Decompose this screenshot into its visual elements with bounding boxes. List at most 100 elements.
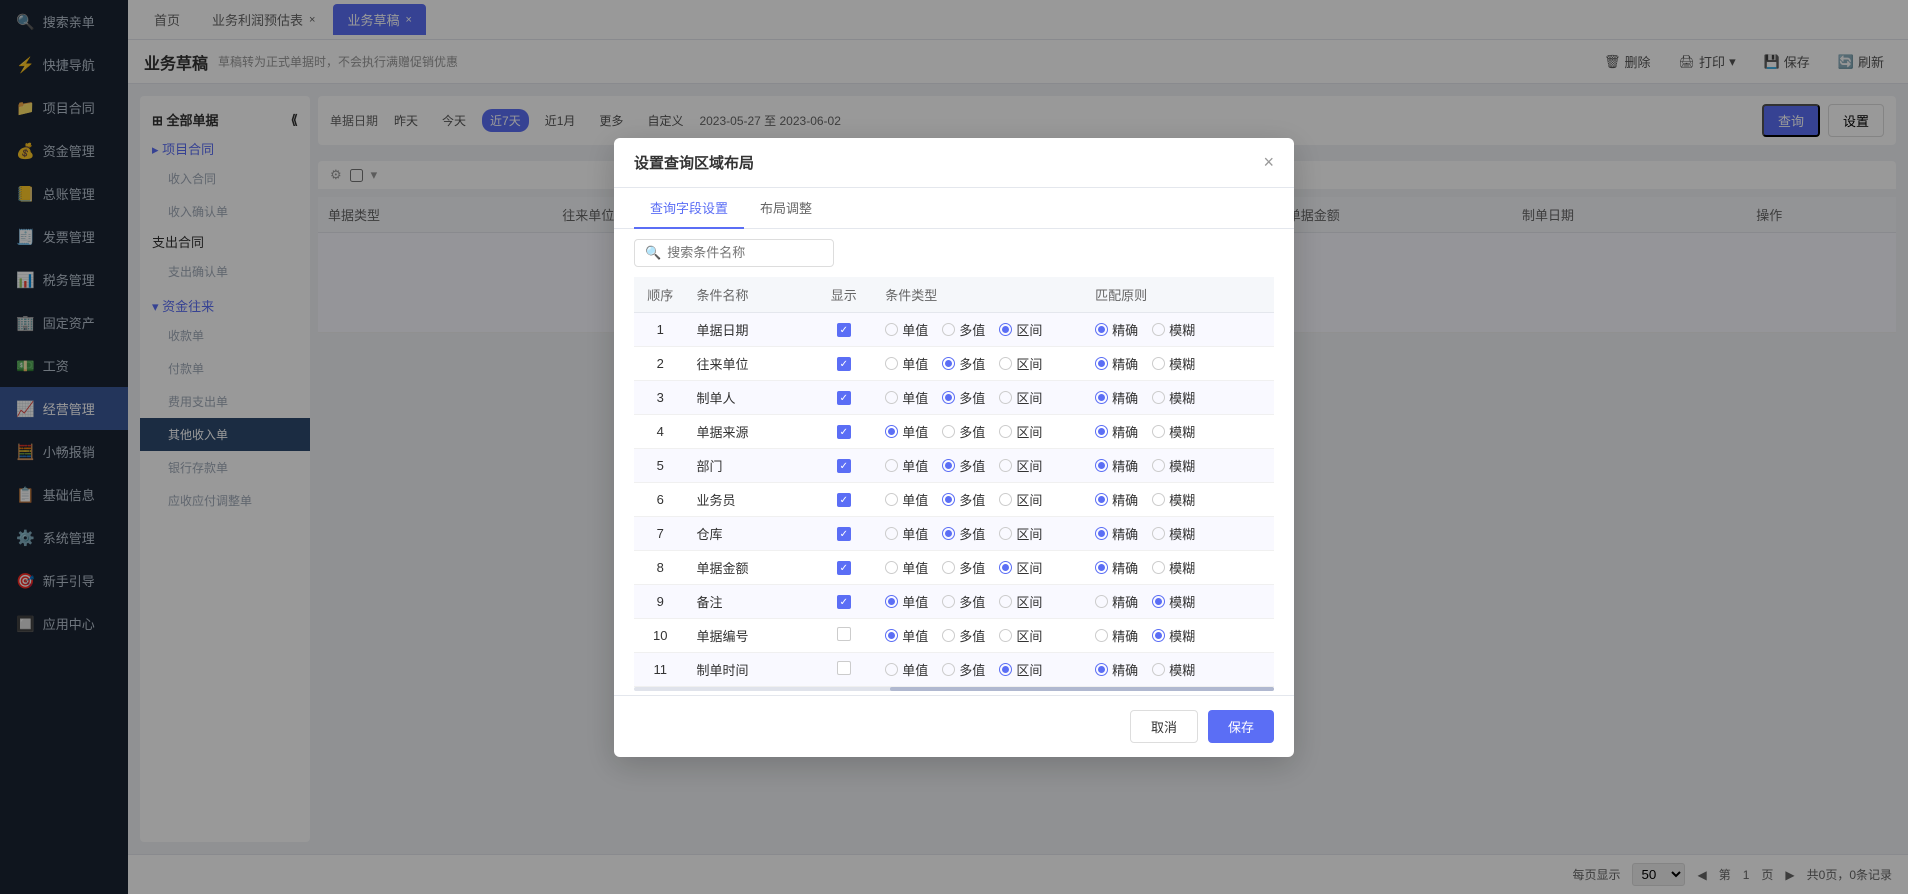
radio-type-多值[interactable]: 多值 (942, 626, 985, 645)
radio-match-模糊[interactable]: 模糊 (1152, 490, 1195, 509)
radio-type-区间[interactable]: 区间 (999, 354, 1042, 373)
radio-type-多值[interactable]: 多值 (942, 490, 985, 509)
cell-name: 单据来源 (686, 414, 812, 448)
radio-type-区间[interactable]: 区间 (999, 660, 1042, 679)
radio-match-模糊[interactable]: 模糊 (1152, 524, 1195, 543)
radio-dot (885, 493, 898, 506)
show-checkbox[interactable] (837, 493, 851, 507)
show-checkbox[interactable] (837, 595, 851, 609)
radio-type-单值[interactable]: 单值 (885, 422, 928, 441)
radio-dot (942, 629, 955, 642)
radio-type-单值[interactable]: 单值 (885, 490, 928, 509)
radio-dot (942, 527, 955, 540)
table-row: 7仓库单值多值区间精确模糊 (634, 516, 1274, 550)
cancel-button[interactable]: 取消 (1130, 710, 1198, 743)
radio-match-精确[interactable]: 精确 (1095, 524, 1138, 543)
radio-match-模糊[interactable]: 模糊 (1152, 320, 1195, 339)
radio-type-区间[interactable]: 区间 (999, 388, 1042, 407)
radio-type-多值[interactable]: 多值 (942, 388, 985, 407)
radio-match-模糊[interactable]: 模糊 (1152, 592, 1195, 611)
radio-dot (942, 493, 955, 506)
radio-type-多值[interactable]: 多值 (942, 524, 985, 543)
radio-type-多值[interactable]: 多值 (942, 320, 985, 339)
cell-name: 业务员 (686, 482, 812, 516)
cell-order: 10 (634, 618, 686, 652)
scrollbar-track (634, 687, 1274, 691)
radio-type-多值[interactable]: 多值 (942, 422, 985, 441)
show-checkbox[interactable] (837, 661, 851, 675)
radio-match-精确[interactable]: 精确 (1095, 422, 1138, 441)
radio-type-区间[interactable]: 区间 (999, 558, 1042, 577)
modal-tab-field[interactable]: 查询字段设置 (634, 188, 744, 229)
cell-match: 精确 模糊 (1085, 482, 1274, 516)
radio-match-模糊[interactable]: 模糊 (1152, 456, 1195, 475)
show-checkbox[interactable] (837, 627, 851, 641)
radio-match-精确[interactable]: 精确 (1095, 354, 1138, 373)
show-checkbox[interactable] (837, 527, 851, 541)
radio-type-多值[interactable]: 多值 (942, 660, 985, 679)
cell-name: 制单时间 (686, 652, 812, 686)
radio-type-区间[interactable]: 区间 (999, 456, 1042, 475)
radio-type-多值[interactable]: 多值 (942, 354, 985, 373)
radio-type-单值[interactable]: 单值 (885, 320, 928, 339)
radio-match-精确[interactable]: 精确 (1095, 592, 1138, 611)
radio-type-单值[interactable]: 单值 (885, 456, 928, 475)
radio-label: 精确 (1112, 422, 1138, 441)
show-checkbox[interactable] (837, 425, 851, 439)
radio-label: 模糊 (1169, 490, 1195, 509)
radio-type-单值[interactable]: 单值 (885, 388, 928, 407)
modal-save-button[interactable]: 保存 (1208, 710, 1274, 743)
radio-type-单值[interactable]: 单值 (885, 626, 928, 645)
radio-match-精确[interactable]: 精确 (1095, 388, 1138, 407)
radio-dot (999, 357, 1012, 370)
radio-type-区间[interactable]: 区间 (999, 422, 1042, 441)
cell-type: 单值多值区间 (875, 346, 1085, 380)
radio-type-单值[interactable]: 单值 (885, 558, 928, 577)
radio-type-单值[interactable]: 单值 (885, 354, 928, 373)
radio-match-精确[interactable]: 精确 (1095, 490, 1138, 509)
radio-type-区间[interactable]: 区间 (999, 524, 1042, 543)
radio-type-多值[interactable]: 多值 (942, 456, 985, 475)
modal-tab-layout[interactable]: 布局调整 (744, 188, 828, 229)
radio-match-模糊[interactable]: 模糊 (1152, 626, 1195, 645)
radio-type-区间[interactable]: 区间 (999, 592, 1042, 611)
radio-match-模糊[interactable]: 模糊 (1152, 354, 1195, 373)
radio-match-精确[interactable]: 精确 (1095, 626, 1138, 645)
modal-footer: 取消 保存 (614, 695, 1294, 757)
radio-type-单值[interactable]: 单值 (885, 660, 928, 679)
radio-match-模糊[interactable]: 模糊 (1152, 558, 1195, 577)
cell-show (812, 652, 875, 686)
radio-label: 精确 (1112, 558, 1138, 577)
scrollbar-thumb[interactable] (890, 687, 1274, 691)
show-checkbox[interactable] (837, 391, 851, 405)
radio-type-多值[interactable]: 多值 (942, 592, 985, 611)
modal-close-button[interactable]: × (1263, 152, 1274, 173)
radio-type-多值[interactable]: 多值 (942, 558, 985, 577)
radio-type-单值[interactable]: 单值 (885, 524, 928, 543)
radio-dot (885, 323, 898, 336)
show-checkbox[interactable] (837, 357, 851, 371)
show-checkbox[interactable] (837, 323, 851, 337)
radio-type-区间[interactable]: 区间 (999, 626, 1042, 645)
radio-label: 模糊 (1169, 422, 1195, 441)
radio-type-单值[interactable]: 单值 (885, 592, 928, 611)
radio-type-区间[interactable]: 区间 (999, 490, 1042, 509)
radio-label: 多值 (959, 490, 985, 509)
radio-dot (942, 425, 955, 438)
radio-match-精确[interactable]: 精确 (1095, 320, 1138, 339)
show-checkbox[interactable] (837, 459, 851, 473)
radio-dot (999, 391, 1012, 404)
cell-order: 7 (634, 516, 686, 550)
show-checkbox[interactable] (837, 561, 851, 575)
radio-match-精确[interactable]: 精确 (1095, 456, 1138, 475)
radio-dot (942, 357, 955, 370)
radio-match-模糊[interactable]: 模糊 (1152, 388, 1195, 407)
th-cond-name: 条件名称 (686, 277, 812, 313)
radio-match-模糊[interactable]: 模糊 (1152, 660, 1195, 679)
radio-match-精确[interactable]: 精确 (1095, 660, 1138, 679)
radio-match-精确[interactable]: 精确 (1095, 558, 1138, 577)
radio-dot (1152, 323, 1165, 336)
radio-match-模糊[interactable]: 模糊 (1152, 422, 1195, 441)
search-input[interactable] (667, 245, 843, 260)
radio-type-区间[interactable]: 区间 (999, 320, 1042, 339)
